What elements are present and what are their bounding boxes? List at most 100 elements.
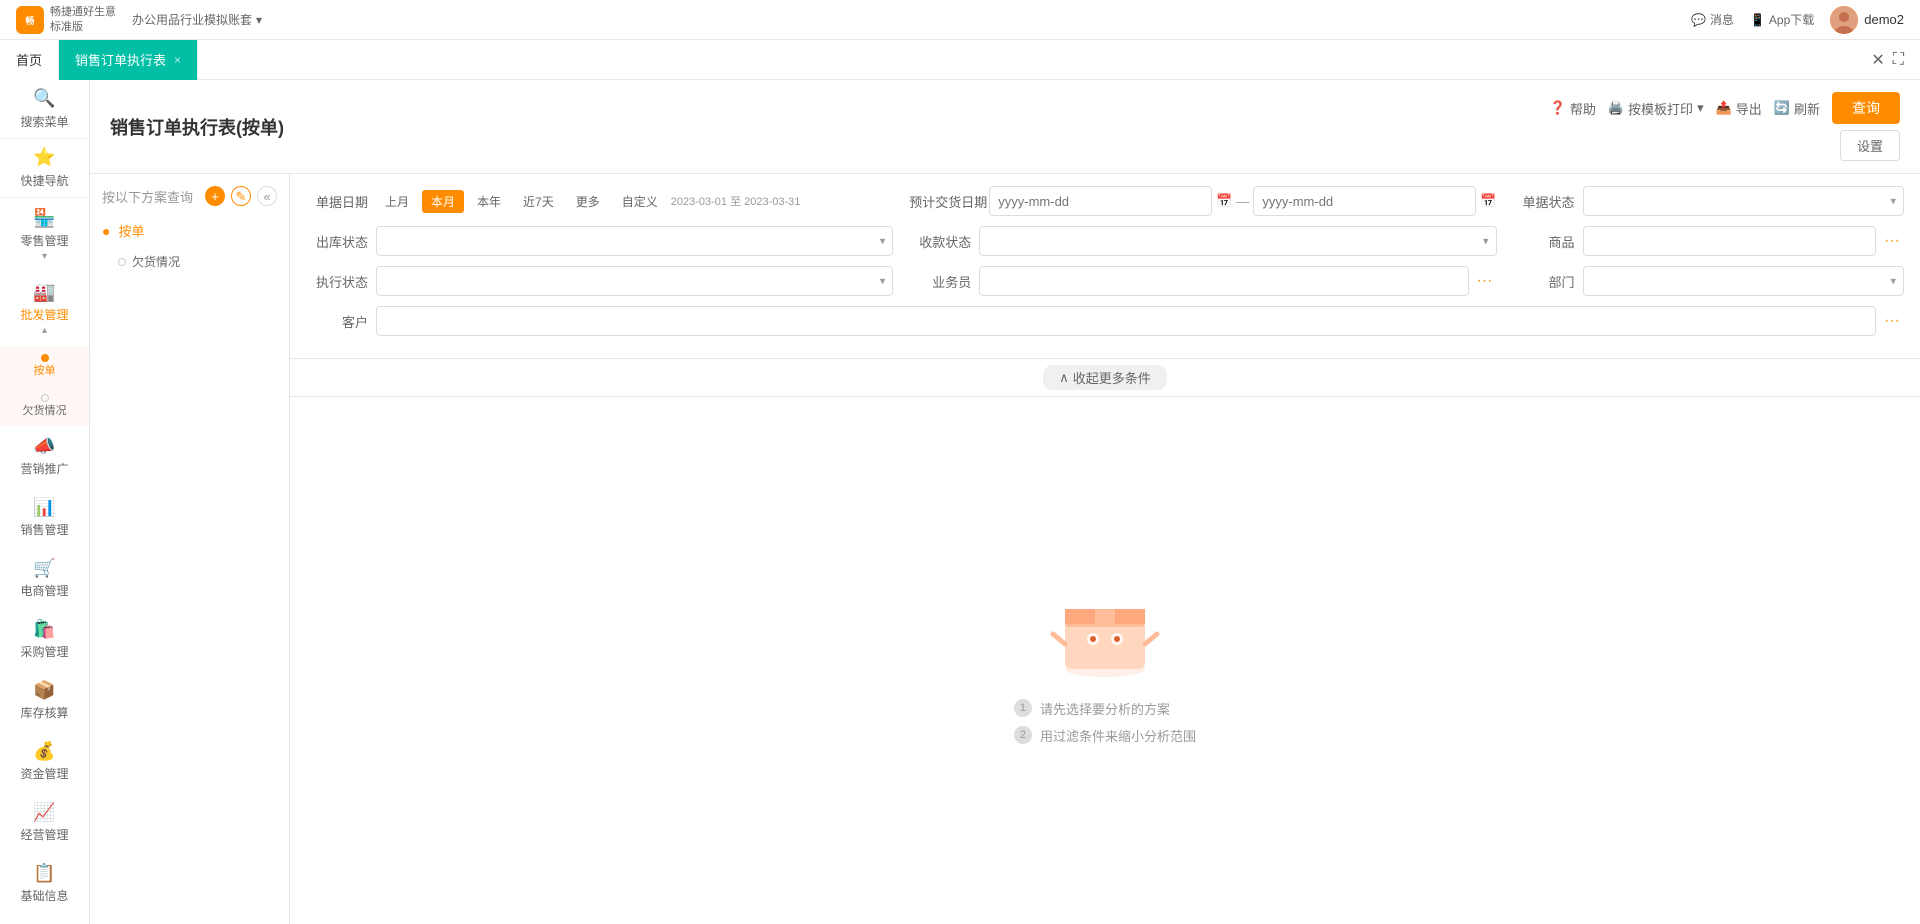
sidebar-search-btn[interactable]: 🔍 搜索菜单 xyxy=(0,80,89,139)
sidebar-item-finance[interactable]: 💰 资金管理 xyxy=(0,731,89,792)
field-collection: 收款状态 xyxy=(909,226,1496,256)
page-top-actions: ❓ 帮助 🖨️ 按模板打印 ▾ 📤 导出 🔄 刷新 xyxy=(1550,92,1900,124)
scheme-panel-btns: + ✎ « xyxy=(205,186,277,206)
expected-date-start[interactable] xyxy=(989,186,1212,216)
product-dots-btn[interactable]: ··· xyxy=(1880,232,1904,250)
sidebar-quick-nav[interactable]: ⭐ 快捷导航 xyxy=(0,139,89,198)
page-action-area: ❓ 帮助 🖨️ 按模板打印 ▾ 📤 导出 🔄 刷新 xyxy=(1550,92,1900,161)
product-input[interactable] xyxy=(1583,226,1877,256)
date-label: 单据日期 xyxy=(306,192,376,211)
department-select[interactable] xyxy=(1583,266,1905,296)
date-more-btn[interactable]: 更多 xyxy=(567,190,609,213)
active-tab-label: 销售订单执行表 xyxy=(75,50,166,69)
query-button[interactable]: 查询 xyxy=(1832,92,1900,124)
anpan-item-label: 按单 xyxy=(118,221,144,240)
wholesale-expand-icon: ▴ xyxy=(42,325,47,336)
scheme-item-anpan[interactable]: ● 按单 xyxy=(90,214,289,247)
sub-item-anpan[interactable]: 按单 xyxy=(0,346,89,386)
scheme-edit-btn[interactable]: ✎ xyxy=(231,186,251,206)
execution-label: 执行状态 xyxy=(306,272,376,291)
messages-btn[interactable]: 💬 消息 xyxy=(1691,11,1734,28)
main-layout: 🔍 搜索菜单 ⭐ 快捷导航 🏪 零售管理 ▾ 🏭 批发管理 ▴ 按单 欠 xyxy=(0,80,1920,924)
scheme-collapse-btn[interactable]: « xyxy=(257,186,277,206)
date-icon-end: 📅 xyxy=(1480,193,1496,209)
execution-select[interactable] xyxy=(376,266,893,296)
sidebar-item-operations[interactable]: 📈 经营管理 xyxy=(0,792,89,853)
content-area: 销售订单执行表(按单) ❓ 帮助 🖨️ 按模板打印 ▾ 📤 导出 xyxy=(90,80,1920,924)
status-select[interactable] xyxy=(1583,186,1905,216)
wholesale-sub-menu: 按单 欠货情况 xyxy=(0,346,89,426)
empty-illustration-svg xyxy=(1045,569,1165,679)
filter-row-4: 客户 ··· xyxy=(306,306,1904,336)
salesperson-dots-btn[interactable]: ··· xyxy=(1473,272,1497,290)
field-status: 单据状态 xyxy=(1513,186,1905,216)
marketing-icon: 📣 xyxy=(33,436,55,457)
salesperson-label: 业务员 xyxy=(909,272,979,291)
collapse-btn[interactable]: ∧ 收起更多条件 xyxy=(1043,365,1167,390)
sidebar-item-sales[interactable]: 📊 销售管理 xyxy=(0,487,89,548)
date-last-month-btn[interactable]: 上月 xyxy=(376,190,418,213)
hint-num-1: 1 xyxy=(1014,699,1032,717)
customer-dots-btn[interactable]: ··· xyxy=(1880,312,1904,330)
sidebar-item-basic[interactable]: 📋 基础信息 xyxy=(0,853,89,914)
tab-maximize-icon[interactable]: ⛶ xyxy=(1893,51,1904,69)
sidebar-item-wholesale[interactable]: 🏭 批发管理 ▴ xyxy=(0,272,89,346)
collection-select[interactable] xyxy=(979,226,1496,256)
inventory-icon: 📦 xyxy=(33,680,55,701)
outbound-select[interactable] xyxy=(376,226,893,256)
tab-home[interactable]: 首页 xyxy=(0,40,59,80)
sidebar-item-purchase[interactable]: 🛍️ 采购管理 xyxy=(0,609,89,670)
status-label: 单据状态 xyxy=(1513,192,1583,211)
customer-label: 客户 xyxy=(306,312,376,331)
print-icon: 🖨️ xyxy=(1608,100,1624,116)
top-main: 按以下方案查询 + ✎ « ● 按单 xyxy=(90,174,1920,924)
hint-text-1: 请先选择要分析的方案 xyxy=(1040,699,1170,718)
print-btn[interactable]: 🖨️ 按模板打印 ▾ xyxy=(1608,99,1704,118)
retail-label: 零售管理 xyxy=(20,232,68,249)
purchase-label: 采购管理 xyxy=(20,643,68,660)
date-last7days-btn[interactable]: 近7天 xyxy=(514,190,563,213)
company-name: 办公用品行业模拟账套 xyxy=(132,11,252,28)
finance-icon: 💰 xyxy=(33,741,55,762)
user-area[interactable]: demo2 xyxy=(1830,6,1904,34)
company-chevron-icon: ▾ xyxy=(256,13,262,27)
tab-close-window-icon[interactable]: ✕ xyxy=(1871,50,1884,70)
page-secondary-actions: 设置 xyxy=(1840,130,1900,161)
app-download-btn[interactable]: 📱 App下载 xyxy=(1750,11,1814,28)
settings-button[interactable]: 设置 xyxy=(1840,130,1900,161)
sidebar-item-marketing[interactable]: 📣 营销推广 xyxy=(0,426,89,487)
hint-text-2: 用过滤条件来缩小分析范围 xyxy=(1040,726,1196,745)
tab-active[interactable]: 销售订单执行表 × xyxy=(59,40,198,80)
date-current-year-btn[interactable]: 本年 xyxy=(468,190,510,213)
salesperson-input-area: ··· xyxy=(979,266,1496,296)
scheme-add-btn[interactable]: + xyxy=(205,186,225,206)
search-icon: 🔍 xyxy=(33,88,55,109)
sidebar-item-ecommerce[interactable]: 🛒 电商管理 xyxy=(0,548,89,609)
sidebar-item-retail[interactable]: 🏪 零售管理 ▾ xyxy=(0,198,89,272)
collection-label: 收款状态 xyxy=(909,232,979,251)
export-icon: 📤 xyxy=(1716,100,1732,116)
home-tab-label: 首页 xyxy=(16,50,42,69)
date-current-month-btn[interactable]: 本月 xyxy=(422,190,464,213)
field-date: 单据日期 上月 本月 本年 近7天 更多 自定义 20 xyxy=(306,190,893,213)
print-chevron-icon: ▾ xyxy=(1697,100,1704,116)
sidebar-item-inventory[interactable]: 📦 库存核算 xyxy=(0,670,89,731)
tab-close-icon[interactable]: × xyxy=(174,53,181,67)
salesperson-input[interactable] xyxy=(979,266,1468,296)
help-icon: ❓ xyxy=(1550,100,1566,116)
customer-input[interactable] xyxy=(376,306,1876,336)
sub-scheme-qiankuan[interactable]: 欠货情况 xyxy=(106,247,289,276)
company-selector[interactable]: 办公用品行业模拟账套 ▾ xyxy=(124,7,270,32)
refresh-btn[interactable]: 🔄 刷新 xyxy=(1774,99,1820,118)
filter-section: 单据日期 上月 本月 本年 近7天 更多 自定义 20 xyxy=(290,174,1920,359)
expected-date-end[interactable] xyxy=(1253,186,1476,216)
quick-nav-label: 快捷导航 xyxy=(20,172,68,189)
date-custom-btn[interactable]: 自定义 xyxy=(613,190,667,213)
export-btn[interactable]: 📤 导出 xyxy=(1716,99,1762,118)
help-btn[interactable]: ❓ 帮助 xyxy=(1550,99,1596,118)
department-label: 部门 xyxy=(1513,272,1583,291)
collapse-strip: ∧ 收起更多条件 xyxy=(290,359,1920,397)
qiankuan-item-dot xyxy=(118,258,126,266)
sidebar-item-system[interactable]: ⚙️ 系统管理 xyxy=(0,914,89,924)
sub-item-qiankuan[interactable]: 欠货情况 xyxy=(0,386,89,426)
